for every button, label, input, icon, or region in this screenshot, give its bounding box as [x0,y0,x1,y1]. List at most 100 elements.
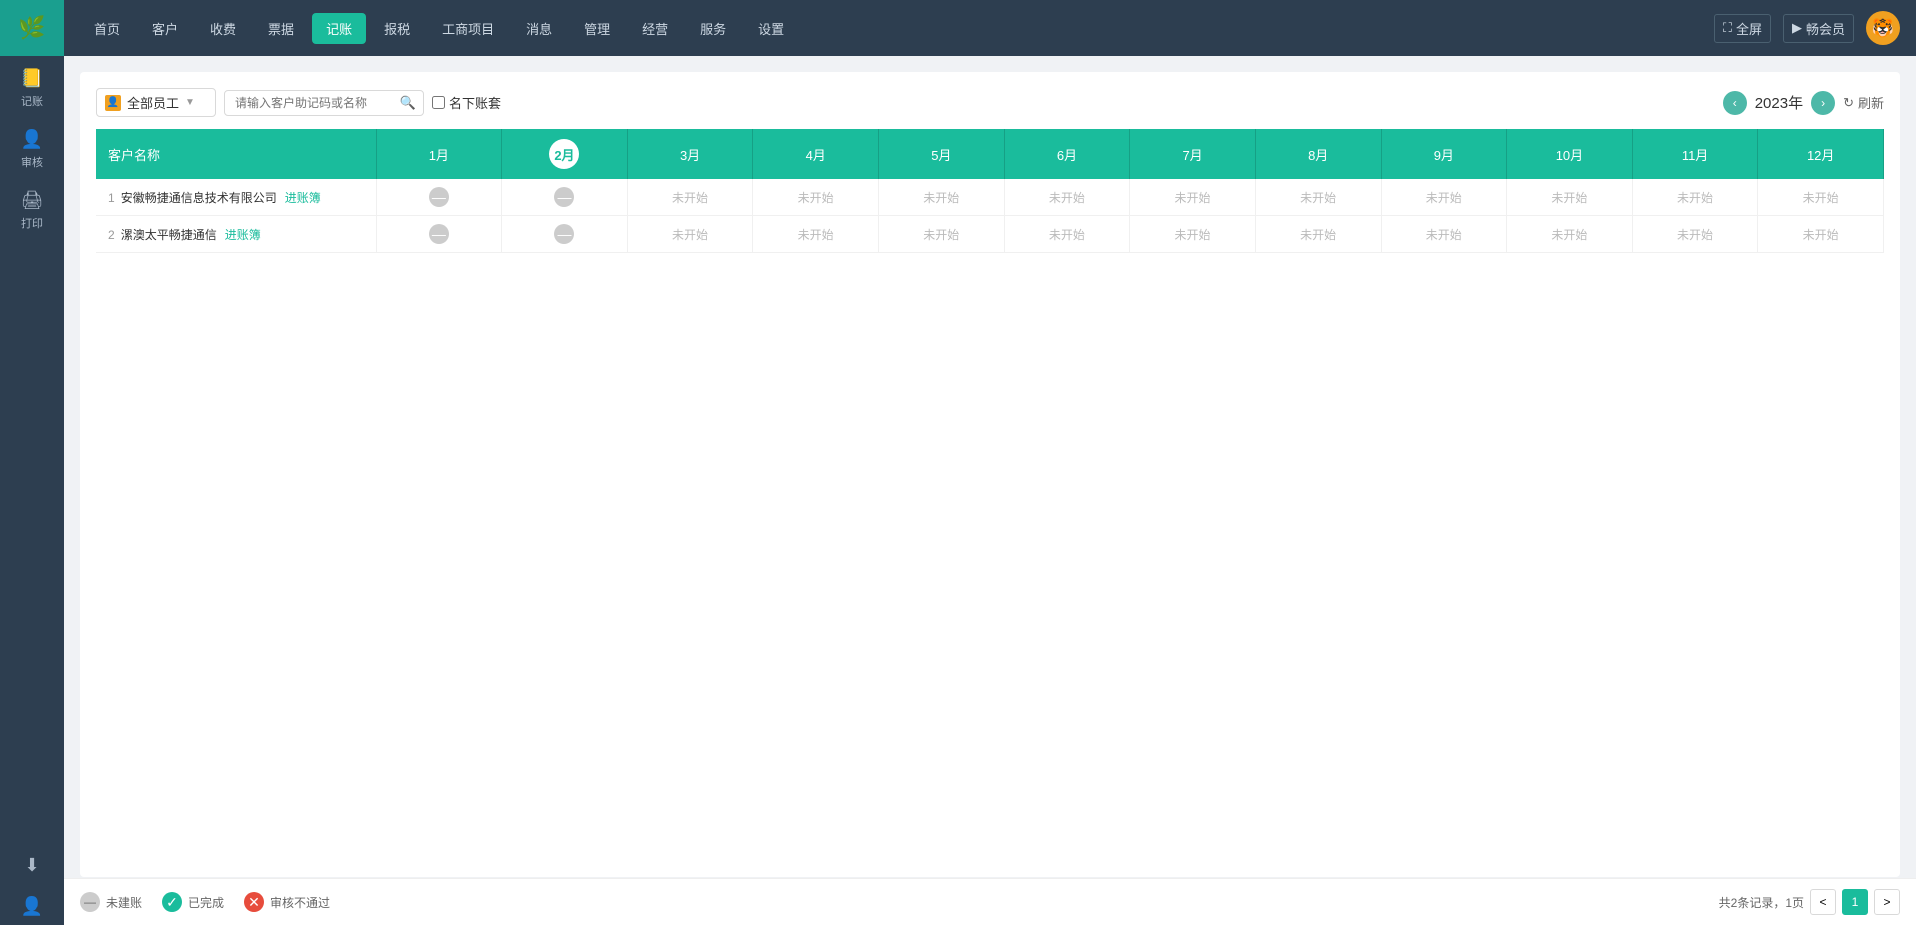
not-started-label: 未开始 [923,191,959,205]
checkbox-input[interactable] [432,96,445,109]
row-index-1: 1 [108,191,115,205]
not-built-label: 未建账 [106,894,142,911]
year-prev-button[interactable]: ‹ [1723,91,1747,115]
not-started-label: 未开始 [672,228,708,242]
nav-billing[interactable]: 收费 [196,13,250,44]
toolbar: 👤 全部员工 ▼ 🔍 名下账套 ‹ 2023年 › [96,88,1884,117]
search-input[interactable] [224,90,424,116]
th-client-name: 客户名称 [96,129,376,179]
table-header-row: 客户名称 1月 2月 3月 4月 [96,129,1884,179]
search-icon[interactable]: 🔍 [400,95,416,111]
completed-label: 已完成 [188,894,224,911]
page-1-button[interactable]: 1 [1842,889,1868,915]
nav-bookkeeping[interactable]: 记账 [312,13,366,44]
th-mar: 3月 [627,129,753,179]
refresh-button[interactable]: ↻ 刷新 [1843,93,1884,112]
not-started-label: 未开始 [1803,191,1839,205]
content: 👤 全部员工 ▼ 🔍 名下账套 ‹ 2023年 › [64,56,1916,878]
employee-select[interactable]: 👤 全部员工 ▼ [96,88,216,117]
main-card: 👤 全部员工 ▼ 🔍 名下账套 ‹ 2023年 › [80,72,1900,877]
th-apr: 4月 [753,129,879,179]
year-nav: ‹ 2023年 › [1723,91,1835,115]
employee-label: 全部员工 [127,93,179,112]
rejected-label: 审核不通过 [270,894,330,911]
enter-link-1[interactable]: 进账簿 [285,191,321,205]
not-started-label: 未开始 [1551,228,1587,242]
search-wrapper: 🔍 [224,90,424,116]
nav-home[interactable]: 首页 [80,13,134,44]
nav-operation[interactable]: 经营 [628,13,682,44]
client-cell-1: 1安徽畅捷通信息技术有限公司进账簿 [96,179,376,216]
th-nov: 11月 [1632,129,1758,179]
client-name-2: 漯澳太平畅捷通信 [121,228,217,242]
month-cell-row2-col1: — [376,216,502,253]
download-icon: ⬇ [24,855,39,876]
sidebar-item-user-bottom[interactable]: 👤 [0,884,64,925]
not-started-label: 未开始 [923,228,959,242]
refresh-label: 刷新 [1858,93,1884,112]
fullscreen-icon: ⛶ [1723,20,1732,36]
month-cell-row2-col5: 未开始 [879,216,1005,253]
refresh-icon: ↻ [1843,95,1854,111]
dash-icon: — [554,187,574,207]
month-cell-row2-col12: 未开始 [1758,216,1884,253]
enter-link-2[interactable]: 进账簿 [225,228,261,242]
completed-icon: ✓ [162,892,182,912]
print-icon: 🖨 [21,190,44,211]
topnav: 首页 客户 收费 票据 记账 报税 工商项目 消息 管理 经营 服务 设置 ⛶ … [64,0,1916,56]
th-oct: 10月 [1507,129,1633,179]
row-index-2: 2 [108,228,115,242]
year-next-button[interactable]: › [1811,91,1835,115]
month-cell-row1-col12: 未开始 [1758,179,1884,216]
month-cell-row2-col6: 未开始 [1004,216,1130,253]
th-jul: 7月 [1130,129,1256,179]
th-jun: 6月 [1004,129,1130,179]
member-play-icon: ▶ [1792,20,1802,36]
sidebar-item-print[interactable]: 🖨 打印 [0,178,64,239]
page-next-button[interactable]: > [1874,889,1900,915]
rejected-icon: ✕ [244,892,264,912]
fullscreen-label: 全屏 [1736,19,1762,38]
nav-tax[interactable]: 报税 [370,13,424,44]
main-container: 首页 客户 收费 票据 记账 报税 工商项目 消息 管理 经营 服务 设置 ⛶ … [64,0,1916,925]
sidebar-item-print-label: 打印 [21,215,43,231]
bookkeeping-icon: 📒 [21,68,43,89]
sidebar-item-audit[interactable]: 👤 审核 [0,117,64,178]
avatar[interactable]: 🐯 [1866,11,1900,45]
sidebar-item-download[interactable]: ⬇ [0,843,64,884]
year-display: 2023年 [1755,92,1803,113]
nav-invoice[interactable]: 票据 [254,13,308,44]
nav-service[interactable]: 服务 [686,13,740,44]
month-cell-row1-col4: 未开始 [753,179,879,216]
not-started-label: 未开始 [1300,228,1336,242]
not-started-label: 未开始 [1803,228,1839,242]
not-started-label: 未开始 [1175,191,1211,205]
month-cell-row2-col3: 未开始 [627,216,753,253]
nav-management[interactable]: 管理 [570,13,624,44]
member-label: 畅会员 [1806,19,1845,38]
month-cell-row2-col10: 未开始 [1507,216,1633,253]
booking-table: 客户名称 1月 2月 3月 4月 [96,129,1884,253]
nav-message[interactable]: 消息 [512,13,566,44]
th-jan: 1月 [376,129,502,179]
month-cell-row2-col11: 未开始 [1632,216,1758,253]
sidebar-item-bookkeeping[interactable]: 📒 记账 [0,56,64,117]
month-cell-row1-col8: 未开始 [1255,179,1381,216]
checkbox-label[interactable]: 名下账套 [432,93,501,112]
nav-settings[interactable]: 设置 [744,13,798,44]
total-info: 共2条记录，1页 [1719,894,1804,911]
page-prev-button[interactable]: < [1810,889,1836,915]
month-cell-row2-col4: 未开始 [753,216,879,253]
month-cell-row1-col5: 未开始 [879,179,1005,216]
fullscreen-button[interactable]: ⛶ 全屏 [1714,14,1771,43]
nav-client[interactable]: 客户 [138,13,192,44]
nav-business[interactable]: 工商项目 [428,13,508,44]
not-started-label: 未开始 [1049,228,1085,242]
not-started-label: 未开始 [1426,228,1462,242]
pagination: 共2条记录，1页 < 1 > [1719,889,1900,915]
legend-completed: ✓ 已完成 [162,892,224,912]
not-started-label: 未开始 [672,191,708,205]
not-started-label: 未开始 [1175,228,1211,242]
member-button[interactable]: ▶ 畅会员 [1783,14,1854,43]
sidebar-item-audit-label: 审核 [21,154,43,170]
